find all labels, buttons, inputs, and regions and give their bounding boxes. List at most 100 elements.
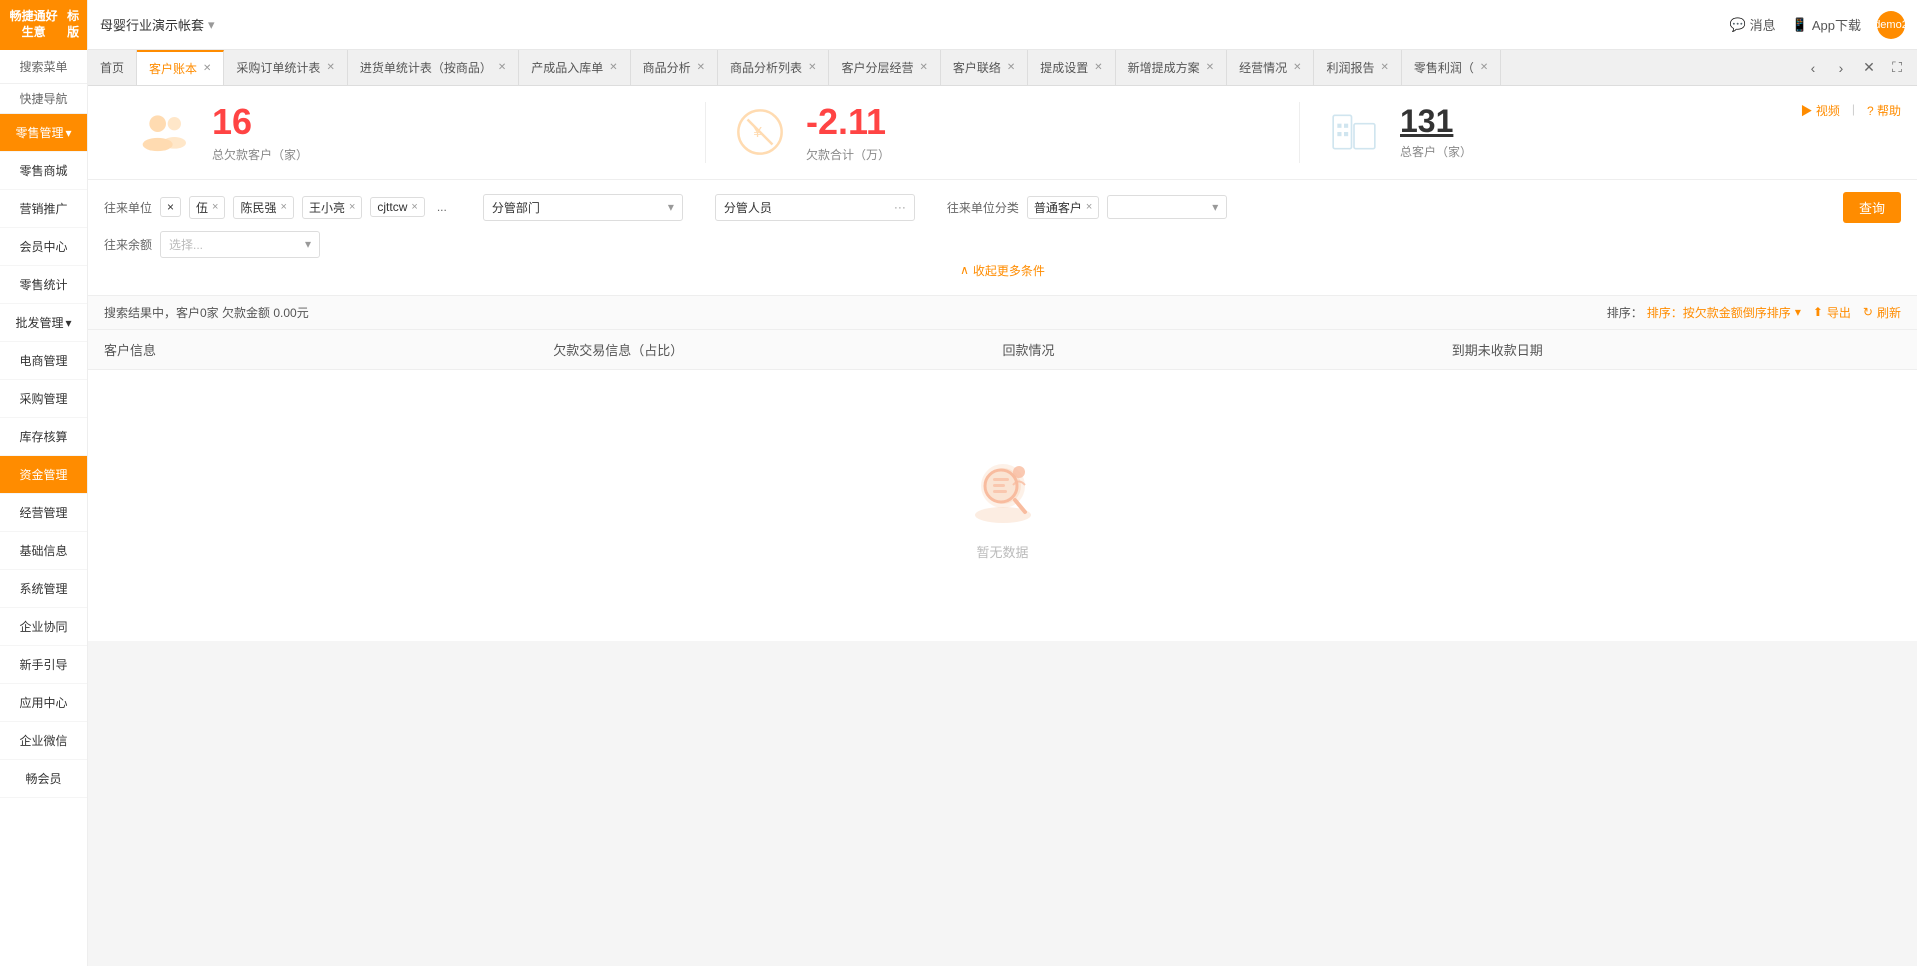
close-tab-customer-connect[interactable]: ✕ [1007, 62, 1015, 73]
remove-tag-chen[interactable]: × [281, 201, 287, 213]
tab-customer-ledger[interactable]: 客户账本 ✕ [137, 50, 224, 86]
query-button[interactable]: 查询 [1843, 192, 1901, 223]
avatar[interactable]: demo2 [1877, 11, 1905, 39]
sort-select[interactable]: 排序： 排序：按欠款金额倒序排序 ▾ [1607, 304, 1801, 321]
tab-product-analysis[interactable]: 商品分析 ✕ [631, 50, 718, 86]
tab-business[interactable]: 经营情况 ✕ [1227, 50, 1314, 86]
tab-purchase-order[interactable]: 采购订单统计表 ✕ [224, 50, 347, 86]
debt-icon: ¥ [730, 102, 790, 162]
close-tab-product-in[interactable]: ✕ [609, 62, 617, 73]
sidebar-item-app-center[interactable]: 应用中心 [0, 684, 87, 722]
table-header: 客户信息 欠款交易信息（占比） 回款情况 到期未收款日期 [88, 330, 1917, 370]
message-icon: 💬 [1729, 17, 1745, 33]
sidebar-item-vip[interactable]: 畅会员 [0, 760, 87, 798]
sidebar-item-wechat[interactable]: 企业微信 [0, 722, 87, 760]
sidebar-item-operations[interactable]: 经营管理 [0, 494, 87, 532]
chevron-down-icon: ▾ [668, 200, 674, 214]
unit-filter-label: 往来单位 [104, 199, 152, 216]
remove-tag-category[interactable]: × [1086, 201, 1092, 213]
sidebar-item-finance[interactable]: 资金管理 [0, 456, 87, 494]
filter-tag-cjttcw[interactable]: cjttcw × [370, 197, 424, 217]
remove-tag-cjttcw[interactable]: × [411, 201, 417, 213]
clients-icon [1324, 102, 1384, 162]
mobile-icon: 📱 [1792, 17, 1808, 33]
sidebar-item-purchase[interactable]: 采购管理 [0, 380, 87, 418]
main-area: 母婴行业演示帐套 ▾ 💬 消息 📱 App下载 demo2 首页 客户账本 ✕ [88, 0, 1917, 966]
sidebar-item-retail-mall[interactable]: 零售商城 [0, 152, 87, 190]
result-bar: 搜索结果中，客户0家 欠款金额 0.00元 排序： 排序：按欠款金额倒序排序 ▾… [88, 296, 1917, 330]
tab-product-in[interactable]: 产成品入库单 ✕ [519, 50, 630, 86]
help-icon: ? [1867, 104, 1874, 118]
tab-new-promo[interactable]: 新增提成方案 ✕ [1116, 50, 1227, 86]
sidebar-item-newbie[interactable]: 新手引导 [0, 646, 87, 684]
close-tab-profit-report[interactable]: ✕ [1381, 62, 1389, 73]
tab-fullscreen-btn[interactable]: ⛶ [1885, 56, 1909, 80]
close-tab-business[interactable]: ✕ [1293, 62, 1301, 73]
sidebar-item-member[interactable]: 会员中心 [0, 228, 87, 266]
sidebar-item-retail[interactable]: 零售管理 ▾ [0, 114, 87, 152]
person-select[interactable]: 分管人员 ··· [715, 194, 915, 221]
sidebar-search[interactable]: 搜索菜单 [0, 50, 87, 84]
close-tab-promotion-settings[interactable]: ✕ [1094, 62, 1102, 73]
tab-next-btn[interactable]: › [1829, 56, 1853, 80]
tab-stock-in[interactable]: 进货单统计表（按商品） ✕ [348, 50, 519, 86]
stat-total-customers: 16 总欠款客户（家） [112, 102, 706, 163]
close-tab-purchase-order[interactable]: ✕ [326, 62, 334, 73]
close-tab-stock-in[interactable]: ✕ [498, 62, 506, 73]
close-tab-customer-tier[interactable]: ✕ [919, 62, 927, 73]
filter-tag-wang[interactable]: 王小亮 × [302, 196, 362, 219]
sidebar-item-enterprise[interactable]: 企业协同 [0, 608, 87, 646]
close-tab-customer-ledger[interactable]: ✕ [203, 63, 211, 74]
refresh-btn[interactable]: ↻ 刷新 [1863, 304, 1901, 321]
chevron-down-icon: ▾ [65, 316, 71, 330]
remove-tag-wang[interactable]: × [349, 201, 355, 213]
sort-label: 排序： [1607, 304, 1643, 321]
sidebar-quick-nav[interactable]: 快捷导航 [0, 84, 87, 114]
close-tab-product-analysis-list[interactable]: ✕ [808, 62, 816, 73]
sidebar-item-wholesale[interactable]: 批发管理 ▾ [0, 304, 87, 342]
tab-customer-connect[interactable]: 客户联络 ✕ [941, 50, 1028, 86]
sidebar-item-marketing[interactable]: 营销推广 [0, 190, 87, 228]
sidebar-item-inventory[interactable]: 库存核算 [0, 418, 87, 456]
tab-retail-profit[interactable]: 零售利润（ ✕ [1402, 50, 1501, 86]
filter-tag-chen[interactable]: 陈民强 × [233, 196, 293, 219]
tab-close-all-btn[interactable]: ✕ [1857, 56, 1881, 80]
app-download-btn[interactable]: 📱 App下载 [1792, 15, 1861, 34]
filter-area: 往来单位 × 伍 × 陈民强 × 王小亮 × cjttcw [88, 180, 1917, 296]
topbar-left: 母婴行业演示帐套 ▾ [100, 15, 215, 34]
export-btn[interactable]: ⬆ 导出 [1813, 304, 1851, 321]
message-btn[interactable]: 💬 消息 [1729, 15, 1775, 34]
filter-tag-category[interactable]: 普通客户 × [1027, 196, 1099, 219]
stats-bar-actions: ▶ 视频 | ? 帮助 [1800, 102, 1901, 119]
table-area: 客户信息 欠款交易信息（占比） 回款情况 到期未收款日期 [88, 330, 1917, 641]
tab-promotion-settings[interactable]: 提成设置 ✕ [1028, 50, 1115, 86]
close-tab-product-analysis[interactable]: ✕ [697, 62, 705, 73]
filter-tag-unit-close[interactable]: × [160, 197, 181, 217]
category-select[interactable]: ▾ [1107, 195, 1227, 219]
help-btn[interactable]: ? 帮助 [1867, 102, 1901, 119]
stat-total-debt: ¥ -2.11 欠款合计（万） [706, 102, 1300, 163]
account-selector[interactable]: 母婴行业演示帐套 ▾ [100, 15, 215, 34]
close-tab-retail-profit[interactable]: ✕ [1480, 62, 1488, 73]
filter-more-tags[interactable]: ... [433, 198, 451, 216]
tab-prev-btn[interactable]: ‹ [1801, 56, 1825, 80]
sidebar-item-basic[interactable]: 基础信息 [0, 532, 87, 570]
customers-icon [136, 102, 196, 162]
dept-select[interactable]: 分管部门 ▾ [483, 194, 683, 221]
sidebar-item-ecommerce[interactable]: 电商管理 [0, 342, 87, 380]
collapse-filter-btn[interactable]: ∧ 收起更多条件 [104, 258, 1901, 283]
stat-clients-label: 总客户（家） [1400, 143, 1472, 160]
balance-select[interactable]: 选择... ▾ [160, 231, 320, 258]
remove-tag-wu[interactable]: × [212, 201, 218, 213]
sidebar-item-system[interactable]: 系统管理 [0, 570, 87, 608]
sort-value: 排序：按欠款金额倒序排序 [1647, 304, 1791, 321]
close-tab-new-promo[interactable]: ✕ [1206, 62, 1214, 73]
sidebar-item-retail-stats[interactable]: 零售统计 [0, 266, 87, 304]
export-icon: ⬆ [1813, 305, 1823, 319]
tab-customer-tier[interactable]: 客户分层经营 ✕ [829, 50, 940, 86]
filter-tag-wu[interactable]: 伍 × [189, 196, 225, 219]
tab-home[interactable]: 首页 [88, 50, 137, 86]
tab-product-analysis-list[interactable]: 商品分析列表 ✕ [718, 50, 829, 86]
video-btn[interactable]: ▶ 视频 [1800, 102, 1839, 119]
tab-profit-report[interactable]: 利润报告 ✕ [1314, 50, 1401, 86]
